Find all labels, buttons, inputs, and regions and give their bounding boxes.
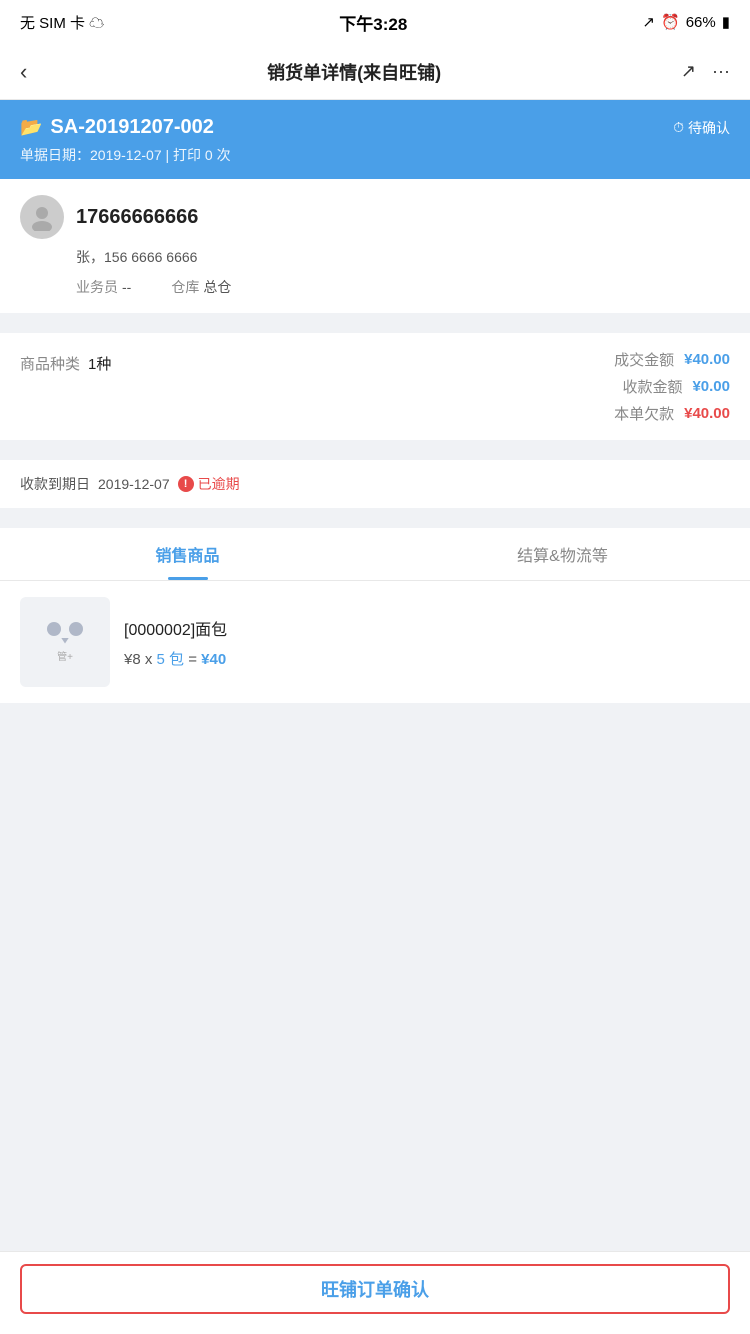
page-title: 销货单详情(来自旺铺): [267, 59, 441, 85]
tabs-row: 销售商品 结算&物流等: [0, 528, 750, 581]
order-status: ⏱ 待确认: [673, 118, 730, 138]
balance-row: 本单欠款 ¥40.00: [614, 403, 730, 424]
product-unit: 包: [169, 651, 184, 668]
transaction-value: ¥40.00: [684, 351, 730, 368]
share-icon[interactable]: ↗︎: [681, 61, 696, 82]
price-equals-icon: =: [188, 651, 201, 668]
order-id-row: 📂 SA-20191207-002: [20, 116, 214, 139]
status-time: 下午3:28: [339, 10, 407, 35]
order-header: 📂 SA-20191207-002 ⏱ 待确认 单据日期：2019-12-07 …: [0, 100, 750, 179]
divider-2: [0, 450, 750, 460]
due-section: 收款到期日 2019-12-07 ! 已逾期: [0, 460, 750, 508]
confirm-button[interactable]: 旺铺订单确认: [20, 1264, 730, 1314]
order-date: 单据日期：2019-12-07 | 打印 0 次: [20, 145, 730, 165]
balance-label: 本单欠款: [614, 403, 674, 424]
transaction-row: 成交金额 ¥40.00: [614, 349, 730, 370]
product-name: [0000002]面包: [124, 616, 730, 640]
owl-logo: 管+: [47, 622, 83, 663]
product-quantity: 5: [157, 651, 165, 668]
warehouse-value: 总仓: [203, 277, 231, 297]
due-date-value: 2019-12-07: [98, 476, 170, 492]
nav-actions: ↗︎ ···: [681, 61, 730, 82]
owl-eyes: [47, 622, 83, 636]
received-label: 收款金额: [622, 376, 682, 397]
overdue-label: 已逾期: [198, 474, 240, 494]
battery-label: 66%: [686, 14, 716, 31]
product-info: [0000002]面包 ¥8 x 5 包 = ¥40: [124, 616, 730, 669]
location-icon: ↗: [642, 13, 655, 31]
order-doc-icon: 📂: [20, 117, 42, 138]
customer-row: 17666666666: [20, 195, 730, 239]
salesperson-value: --: [122, 279, 131, 295]
avatar: [20, 195, 64, 239]
transaction-label: 成交金额: [614, 349, 674, 370]
product-type-value: 1种: [88, 353, 111, 374]
summary-right: 成交金额 ¥40.00 收款金额 ¥0.00 本单欠款 ¥40.00: [614, 349, 730, 424]
status-left: 无 SIM 卡 ☁: [20, 12, 104, 33]
warehouse-item: 仓库 总仓: [171, 277, 231, 297]
customer-section: 17666666666 张，156 6666 6666 业务员 -- 仓库 总仓: [0, 179, 750, 313]
empty-area: [0, 713, 750, 953]
owl-left-eye: [47, 622, 61, 636]
price-times-icon: x: [145, 651, 157, 668]
status-bar: 无 SIM 卡 ☁ 下午3:28 ↗ ⏰ 66% ▮: [0, 0, 750, 44]
tab-sales-product[interactable]: 销售商品: [0, 528, 375, 580]
warehouse-label: 仓库: [171, 277, 199, 297]
tab-sales-product-label: 销售商品: [155, 548, 219, 565]
salesperson-item: 业务员 --: [76, 277, 131, 297]
clock-status-icon: ⏱: [673, 119, 684, 136]
tab-settlement[interactable]: 结算&物流等: [375, 528, 750, 580]
more-icon[interactable]: ···: [712, 61, 730, 82]
nav-bar: ‹ 销货单详情(来自旺铺) ↗︎ ···: [0, 44, 750, 100]
divider-3: [0, 518, 750, 528]
order-status-label: 待确认: [688, 118, 730, 138]
confirm-button-label: 旺铺订单确认: [321, 1276, 429, 1302]
status-right: ↗ ⏰ 66% ▮: [642, 13, 730, 31]
product-total: ¥40: [201, 651, 226, 668]
order-id: SA-20191207-002: [50, 116, 213, 139]
overdue-badge: ! 已逾期: [178, 474, 240, 494]
customer-phone: 17666666666: [76, 206, 198, 229]
clock-icon: ⏰: [661, 13, 680, 31]
balance-value: ¥40.00: [684, 405, 730, 422]
summary-section: 商品种类 1种 成交金额 ¥40.00 收款金额 ¥0.00 本单欠款 ¥40.…: [0, 333, 750, 440]
customer-name: 张，156 6666 6666: [20, 247, 730, 267]
owl-beak: [61, 638, 69, 644]
overdue-dot-icon: !: [178, 476, 194, 492]
bottom-bar: 旺铺订单确认: [0, 1251, 750, 1334]
product-price: ¥8 x 5 包 = ¥40: [124, 648, 730, 669]
product-thumbnail: 管+: [20, 597, 110, 687]
tab-settlement-label: 结算&物流等: [517, 548, 608, 565]
product-price-base: ¥8: [124, 651, 141, 668]
tabs-section: 销售商品 结算&物流等: [0, 528, 750, 581]
salesperson-label: 业务员: [76, 277, 118, 297]
no-sim-label: 无 SIM 卡 ☁: [20, 12, 104, 33]
order-header-top: 📂 SA-20191207-002 ⏱ 待确认: [20, 116, 730, 139]
summary-left: 商品种类 1种: [20, 349, 111, 374]
product-type-label: 商品种类: [20, 353, 80, 374]
owl-right-eye: [69, 622, 83, 636]
owl-text: 管+: [57, 648, 73, 663]
battery-icon: ▮: [722, 13, 730, 31]
received-value: ¥0.00: [692, 378, 730, 395]
customer-meta: 业务员 -- 仓库 总仓: [20, 277, 730, 297]
product-section: 管+ [0000002]面包 ¥8 x 5 包 = ¥40: [0, 581, 750, 703]
back-button[interactable]: ‹: [20, 59, 27, 85]
divider-1: [0, 323, 750, 333]
due-label: 收款到期日: [20, 474, 90, 494]
received-row: 收款金额 ¥0.00: [622, 376, 730, 397]
